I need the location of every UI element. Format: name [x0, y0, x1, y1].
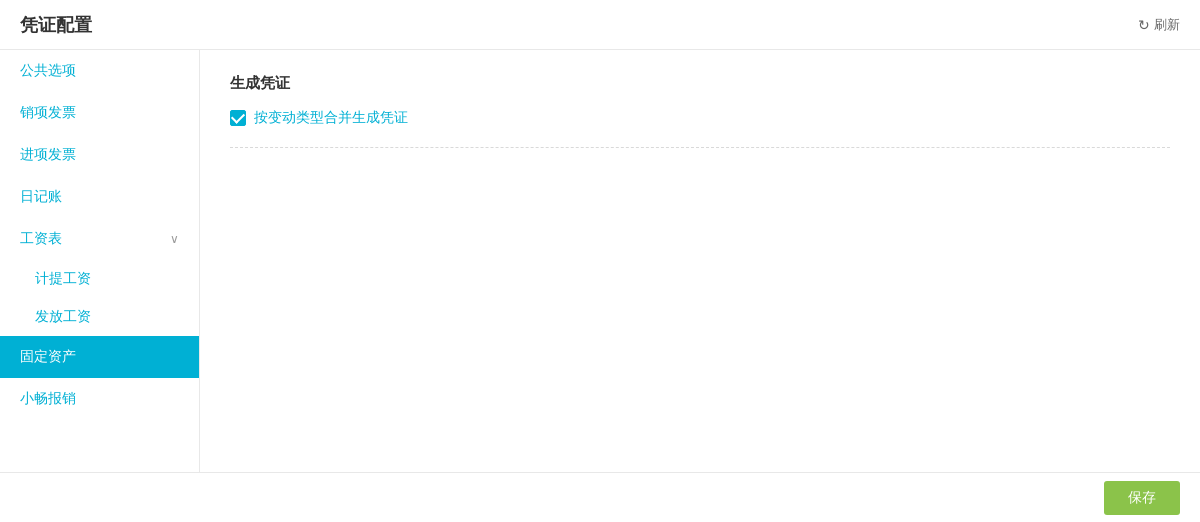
refresh-icon: ↻	[1138, 17, 1150, 33]
sidebar-item-payroll[interactable]: 工资表 ∨	[0, 218, 199, 260]
sidebar-item-purchase-invoice[interactable]: 进项发票	[0, 134, 199, 176]
section-divider	[230, 147, 1170, 148]
sidebar-item-journal[interactable]: 日记账	[0, 176, 199, 218]
sidebar-item-payroll-pay[interactable]: 发放工资	[0, 298, 199, 336]
sidebar-item-label: 固定资产	[20, 348, 76, 366]
sidebar-item-label: 日记账	[20, 188, 62, 206]
checkbox-row: 按变动类型合并生成凭证	[230, 109, 1170, 127]
sidebar-item-label: 销项发票	[20, 104, 76, 122]
chevron-down-icon: ∨	[170, 232, 179, 246]
sidebar-item-label: 发放工资	[35, 308, 91, 324]
refresh-button[interactable]: ↻ 刷新	[1138, 16, 1180, 34]
sidebar-item-fixed-assets[interactable]: 固定资产	[0, 336, 199, 378]
merge-by-type-checkbox[interactable]	[230, 110, 246, 126]
main-container: 公共选项 销项发票 进项发票 日记账 工资表 ∨ 计提工资 发放工资 固定资产 …	[0, 50, 1200, 472]
checkbox-label: 按变动类型合并生成凭证	[254, 109, 408, 127]
sidebar: 公共选项 销项发票 进项发票 日记账 工资表 ∨ 计提工资 发放工资 固定资产 …	[0, 50, 200, 472]
sidebar-item-label: 公共选项	[20, 62, 76, 80]
page-footer: 保存	[0, 472, 1200, 522]
page-title: 凭证配置	[20, 13, 92, 37]
sidebar-item-public-options[interactable]: 公共选项	[0, 50, 199, 92]
save-button[interactable]: 保存	[1104, 481, 1180, 515]
sidebar-item-label: 进项发票	[20, 146, 76, 164]
section-title: 生成凭证	[230, 74, 1170, 93]
sidebar-item-label: 工资表	[20, 230, 62, 248]
refresh-label: 刷新	[1154, 16, 1180, 34]
sidebar-item-label: 小畅报销	[20, 390, 76, 408]
sidebar-item-sales-invoice[interactable]: 销项发票	[0, 92, 199, 134]
sidebar-item-payroll-calc[interactable]: 计提工资	[0, 260, 199, 298]
page-header: 凭证配置 ↻ 刷新	[0, 0, 1200, 50]
sidebar-item-expense[interactable]: 小畅报销	[0, 378, 199, 420]
sidebar-item-label: 计提工资	[35, 270, 91, 286]
content-area: 生成凭证 按变动类型合并生成凭证	[200, 50, 1200, 472]
